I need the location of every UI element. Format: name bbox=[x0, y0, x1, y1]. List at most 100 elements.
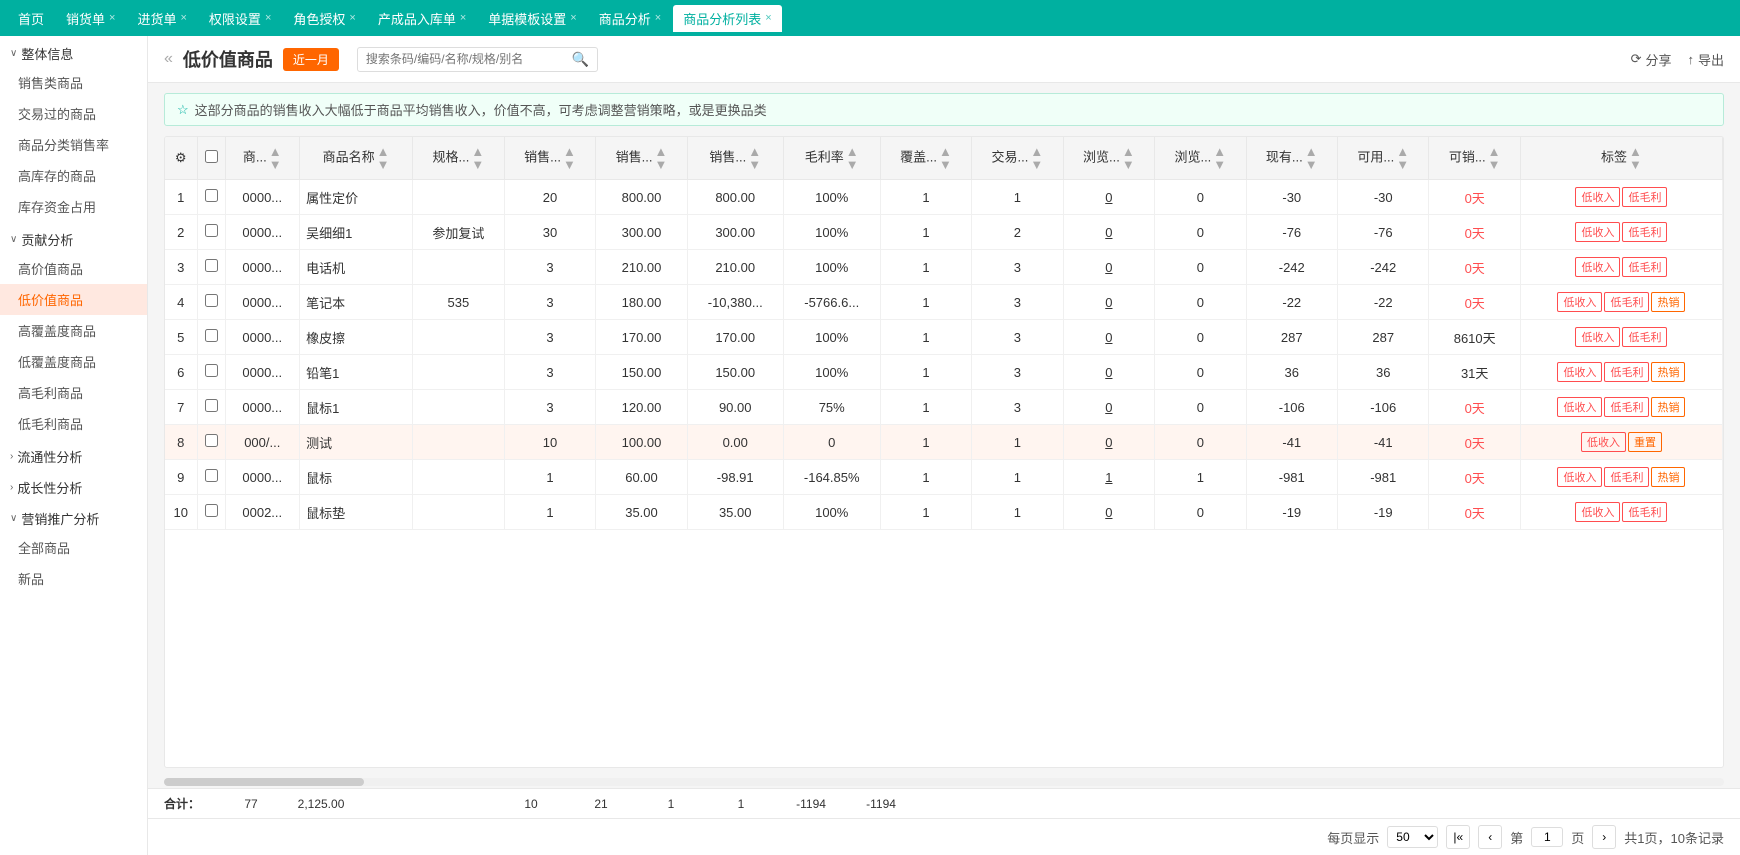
cell-checkbox[interactable] bbox=[197, 425, 225, 460]
th-coverage[interactable]: 覆盖...▲▼ bbox=[880, 137, 971, 180]
browse-link[interactable]: 1 bbox=[1105, 470, 1112, 485]
next-page-btn[interactable]: › bbox=[1592, 825, 1616, 849]
sidebar-item-high-value[interactable]: 高价值商品 bbox=[0, 253, 147, 284]
cell-browse1[interactable]: 0 bbox=[1063, 425, 1154, 460]
nav-role-auth[interactable]: 角色授权 × bbox=[283, 5, 365, 32]
th-code[interactable]: 商...▲▼ bbox=[225, 137, 300, 180]
nav-permissions-close[interactable]: × bbox=[265, 12, 271, 24]
cell-checkbox[interactable] bbox=[197, 355, 225, 390]
nav-purchase-order-close[interactable]: × bbox=[180, 12, 186, 24]
th-margin-rate[interactable]: 毛利率▲▼ bbox=[783, 137, 880, 180]
filter-recent-month-btn[interactable]: 近一月 bbox=[283, 48, 339, 71]
th-checkbox[interactable] bbox=[197, 137, 225, 180]
sidebar-item-high-margin[interactable]: 高毛利商品 bbox=[0, 377, 147, 408]
sidebar-item-low-coverage[interactable]: 低覆盖度商品 bbox=[0, 346, 147, 377]
cell-browse1[interactable]: 0 bbox=[1063, 320, 1154, 355]
sidebar-section-contribution[interactable]: ∨ 贡献分析 bbox=[0, 222, 147, 253]
prev-page-btn[interactable]: ‹ bbox=[1478, 825, 1502, 849]
nav-template-settings-close[interactable]: × bbox=[570, 12, 576, 24]
page-size-select[interactable]: 50 100 200 bbox=[1387, 826, 1438, 848]
browse-link[interactable]: 0 bbox=[1105, 225, 1112, 240]
browse-link[interactable]: 0 bbox=[1105, 330, 1112, 345]
th-browse2[interactable]: 浏览...▲▼ bbox=[1155, 137, 1246, 180]
cell-browse1[interactable]: 0 bbox=[1063, 495, 1154, 530]
page-number-input[interactable] bbox=[1531, 827, 1563, 847]
nav-product-analysis-close[interactable]: × bbox=[655, 12, 661, 24]
nav-home[interactable]: 首页 bbox=[8, 5, 54, 32]
cell-checkbox[interactable] bbox=[197, 495, 225, 530]
search-icon[interactable]: 🔍 bbox=[572, 51, 589, 68]
search-input[interactable] bbox=[366, 52, 566, 66]
th-trade[interactable]: 交易...▲▼ bbox=[972, 137, 1063, 180]
row-checkbox[interactable] bbox=[205, 434, 218, 447]
cell-browse1[interactable]: 0 bbox=[1063, 250, 1154, 285]
row-checkbox[interactable] bbox=[205, 469, 218, 482]
cell-browse1[interactable]: 0 bbox=[1063, 390, 1154, 425]
sidebar-item-high-inventory[interactable]: 高库存的商品 bbox=[0, 160, 147, 191]
th-sales2[interactable]: 销售...▲▼ bbox=[596, 137, 687, 180]
nav-product-analysis-list[interactable]: 商品分析列表 × bbox=[673, 5, 781, 32]
cell-checkbox[interactable] bbox=[197, 180, 225, 215]
nav-permissions[interactable]: 权限设置 × bbox=[199, 5, 281, 32]
th-sales1[interactable]: 销售...▲▼ bbox=[504, 137, 595, 180]
browse-link[interactable]: 0 bbox=[1105, 260, 1112, 275]
browse-link[interactable]: 0 bbox=[1105, 435, 1112, 450]
cell-browse1[interactable]: 1 bbox=[1063, 460, 1154, 495]
browse-link[interactable]: 0 bbox=[1105, 505, 1112, 520]
nav-product-analysis[interactable]: 商品分析 × bbox=[589, 5, 671, 32]
th-spec[interactable]: 规格...▲▼ bbox=[412, 137, 504, 180]
sidebar-item-sales-products[interactable]: 销售类商品 bbox=[0, 67, 147, 98]
data-table-wrapper[interactable]: ⚙ 商...▲▼ 商品名称▲▼ 规格...▲▼ 销售...▲▼ 销售...▲▼ … bbox=[164, 136, 1724, 768]
browse-link[interactable]: 0 bbox=[1105, 400, 1112, 415]
nav-product-warehouse[interactable]: 产成品入库单 × bbox=[368, 5, 476, 32]
nav-product-analysis-list-close[interactable]: × bbox=[765, 12, 771, 24]
row-checkbox[interactable] bbox=[205, 294, 218, 307]
row-checkbox[interactable] bbox=[205, 364, 218, 377]
scrollbar-thumb[interactable] bbox=[164, 778, 364, 786]
sidebar-section-marketing[interactable]: ∨ 营销推广分析 bbox=[0, 501, 147, 532]
cell-browse1[interactable]: 0 bbox=[1063, 215, 1154, 250]
sidebar-item-traded-products[interactable]: 交易过的商品 bbox=[0, 98, 147, 129]
select-all-checkbox[interactable] bbox=[205, 150, 218, 163]
nav-sales-order[interactable]: 销货单 × bbox=[56, 5, 125, 32]
row-checkbox[interactable] bbox=[205, 504, 218, 517]
sidebar-item-high-coverage[interactable]: 高覆盖度商品 bbox=[0, 315, 147, 346]
th-available[interactable]: 可用...▲▼ bbox=[1338, 137, 1429, 180]
nav-sales-order-close[interactable]: × bbox=[109, 12, 115, 24]
sidebar-section-overall[interactable]: ∨ 整体信息 bbox=[0, 36, 147, 67]
share-btn[interactable]: ⟳ 分享 bbox=[1631, 50, 1672, 69]
row-checkbox[interactable] bbox=[205, 329, 218, 342]
row-checkbox[interactable] bbox=[205, 259, 218, 272]
browse-link[interactable]: 0 bbox=[1105, 365, 1112, 380]
nav-product-warehouse-close[interactable]: × bbox=[460, 12, 466, 24]
th-settings[interactable]: ⚙ bbox=[165, 137, 197, 180]
sidebar-item-category-sales-rate[interactable]: 商品分类销售率 bbox=[0, 129, 147, 160]
cell-checkbox[interactable] bbox=[197, 250, 225, 285]
table-scrollbar[interactable] bbox=[164, 778, 1724, 786]
sidebar-item-low-margin[interactable]: 低毛利商品 bbox=[0, 408, 147, 439]
row-checkbox[interactable] bbox=[205, 399, 218, 412]
sidebar-section-liquidity[interactable]: › 流通性分析 bbox=[0, 439, 147, 470]
sidebar-collapse-btn[interactable]: « bbox=[164, 50, 173, 68]
cell-checkbox[interactable] bbox=[197, 320, 225, 355]
sidebar-section-growth[interactable]: › 成长性分析 bbox=[0, 470, 147, 501]
th-sellable[interactable]: 可销...▲▼ bbox=[1429, 137, 1520, 180]
nav-role-auth-close[interactable]: × bbox=[349, 12, 355, 24]
cell-checkbox[interactable] bbox=[197, 460, 225, 495]
nav-template-settings[interactable]: 单据模板设置 × bbox=[478, 5, 586, 32]
sidebar-item-low-value[interactable]: 低价值商品 bbox=[0, 284, 147, 315]
cell-browse1[interactable]: 0 bbox=[1063, 355, 1154, 390]
cell-checkbox[interactable] bbox=[197, 390, 225, 425]
sidebar-item-all-products[interactable]: 全部商品 bbox=[0, 532, 147, 563]
th-name[interactable]: 商品名称▲▼ bbox=[300, 137, 413, 180]
th-current-stock[interactable]: 现有...▲▼ bbox=[1246, 137, 1337, 180]
browse-link[interactable]: 0 bbox=[1105, 295, 1112, 310]
export-btn[interactable]: ↑ 导出 bbox=[1687, 50, 1724, 69]
th-tags[interactable]: 标签▲▼ bbox=[1520, 137, 1722, 180]
th-browse1[interactable]: 浏览...▲▼ bbox=[1063, 137, 1154, 180]
nav-purchase-order[interactable]: 进货单 × bbox=[127, 5, 196, 32]
sidebar-item-new-products[interactable]: 新品 bbox=[0, 563, 147, 594]
th-sales3[interactable]: 销售...▲▼ bbox=[687, 137, 783, 180]
cell-browse1[interactable]: 0 bbox=[1063, 285, 1154, 320]
first-page-btn[interactable]: |« bbox=[1446, 825, 1470, 849]
